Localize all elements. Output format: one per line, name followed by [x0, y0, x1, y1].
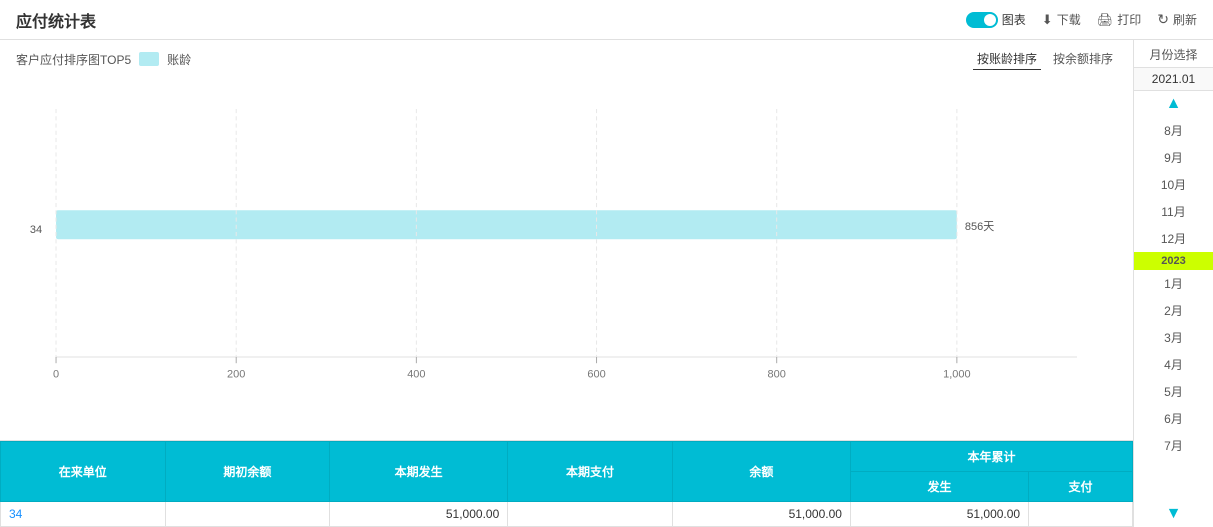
up-arrow-icon: ▲ — [1166, 95, 1182, 113]
cell-payment — [508, 502, 673, 527]
legend-box — [139, 52, 159, 66]
sidebar-label: 月份选择 — [1134, 40, 1213, 68]
cell-opening — [165, 502, 330, 527]
legend-title: 客户应付排序图TOP5 — [16, 51, 131, 68]
table-section: 在来单位 期初余额 本期发生 本期支付 余额 本年累计 发生 支付 — [0, 440, 1133, 527]
month-list: 8月9月10月11月12月20231月2月3月4月5月6月7月 — [1134, 117, 1213, 501]
print-icon — [1097, 12, 1114, 28]
sidebar-month-item[interactable]: 1月 — [1134, 270, 1213, 297]
svg-text:0: 0 — [53, 369, 59, 381]
chart-sort: 按账龄排序 按余额排序 — [973, 48, 1117, 70]
sidebar-month-item[interactable]: 10月 — [1134, 171, 1213, 198]
sort-by-amount-button[interactable]: 按余额排序 — [1049, 48, 1117, 70]
table-row: 34 51,000.00 51,000.00 51,000.00 — [1, 502, 1133, 527]
data-table: 在来单位 期初余额 本期发生 本期支付 余额 本年累计 发生 支付 — [0, 441, 1133, 527]
bar-chart: 34 856天 0 200 — [16, 78, 1117, 388]
sidebar-month-item[interactable]: 7月 — [1134, 432, 1213, 459]
chart-legend: 客户应付排序图TOP5 账龄 — [16, 51, 191, 68]
download-button[interactable]: 下载 — [1042, 11, 1081, 28]
scroll-down-button[interactable]: ▼ — [1134, 501, 1213, 527]
sidebar-month-item[interactable]: 12月 — [1134, 225, 1213, 252]
col-origin: 在来单位 — [1, 442, 166, 502]
sidebar-month-item[interactable]: 9月 — [1134, 144, 1213, 171]
sidebar-month-item[interactable]: 4月 — [1134, 351, 1213, 378]
chart-section: 客户应付排序图TOP5 账龄 按账龄排序 按余额排序 34 856天 — [0, 40, 1133, 527]
chart-toggle-wrap: 图表 — [966, 11, 1026, 28]
chart-wrap: 34 856天 0 200 — [0, 74, 1133, 440]
svg-text:34: 34 — [30, 224, 42, 236]
print-button[interactable]: 打印 — [1097, 11, 1142, 28]
col-balance: 余额 — [672, 442, 850, 502]
download-label: 下载 — [1057, 11, 1081, 28]
scroll-up-button[interactable]: ▲ — [1134, 91, 1213, 117]
page-title: 应付统计表 — [16, 8, 96, 32]
svg-text:856天: 856天 — [965, 221, 994, 233]
cell-current: 51,000.00 — [330, 502, 508, 527]
col-payment: 本期支付 — [508, 442, 673, 502]
col-ytd-pay: 支付 — [1029, 472, 1133, 502]
cell-ytd-pay — [1029, 502, 1133, 527]
sort-by-balance-button[interactable]: 按账龄排序 — [973, 48, 1041, 70]
sidebar: 月份选择 2021.01 ▲ 8月9月10月11月12月20231月2月3月4月… — [1133, 40, 1213, 527]
cell-ytd-occur: 51,000.00 — [850, 502, 1028, 527]
down-arrow-icon: ▼ — [1166, 505, 1182, 523]
print-label: 打印 — [1117, 11, 1141, 28]
legend-label: 账龄 — [167, 51, 191, 68]
sidebar-month-item[interactable]: 5月 — [1134, 378, 1213, 405]
chart-header: 客户应付排序图TOP5 账龄 按账龄排序 按余额排序 — [0, 40, 1133, 74]
header-actions: 图表 下载 打印 刷新 — [966, 11, 1197, 28]
refresh-icon — [1157, 11, 1169, 28]
sidebar-month-item[interactable]: 3月 — [1134, 324, 1213, 351]
header: 应付统计表 图表 下载 打印 刷新 — [0, 0, 1213, 40]
svg-text:600: 600 — [587, 369, 605, 381]
col-ytd-occur: 发生 — [850, 472, 1028, 502]
col-current: 本期发生 — [330, 442, 508, 502]
sidebar-month-item[interactable]: 2023 — [1134, 252, 1213, 270]
app-container: 应付统计表 图表 下载 打印 刷新 — [0, 0, 1213, 527]
svg-text:800: 800 — [768, 369, 786, 381]
download-icon — [1042, 12, 1053, 28]
col-opening: 期初余额 — [165, 442, 330, 502]
svg-text:400: 400 — [407, 369, 425, 381]
cell-balance: 51,000.00 — [672, 502, 850, 527]
sidebar-month-item[interactable]: 8月 — [1134, 117, 1213, 144]
chart-toggle[interactable] — [966, 12, 998, 28]
col-ytd-group: 本年累计 — [850, 442, 1132, 472]
sidebar-month-item[interactable]: 6月 — [1134, 405, 1213, 432]
main-content: 客户应付排序图TOP5 账龄 按账龄排序 按余额排序 34 856天 — [0, 40, 1213, 527]
svg-text:200: 200 — [227, 369, 245, 381]
svg-text:1,000: 1,000 — [943, 369, 971, 381]
refresh-label: 刷新 — [1173, 11, 1197, 28]
cell-origin: 34 — [1, 502, 166, 527]
sidebar-month-item[interactable]: 2月 — [1134, 297, 1213, 324]
chart-toggle-label: 图表 — [1002, 11, 1026, 28]
refresh-button[interactable]: 刷新 — [1157, 11, 1197, 28]
sidebar-month-item[interactable]: 11月 — [1134, 198, 1213, 225]
sidebar-current: 2021.01 — [1134, 68, 1213, 91]
